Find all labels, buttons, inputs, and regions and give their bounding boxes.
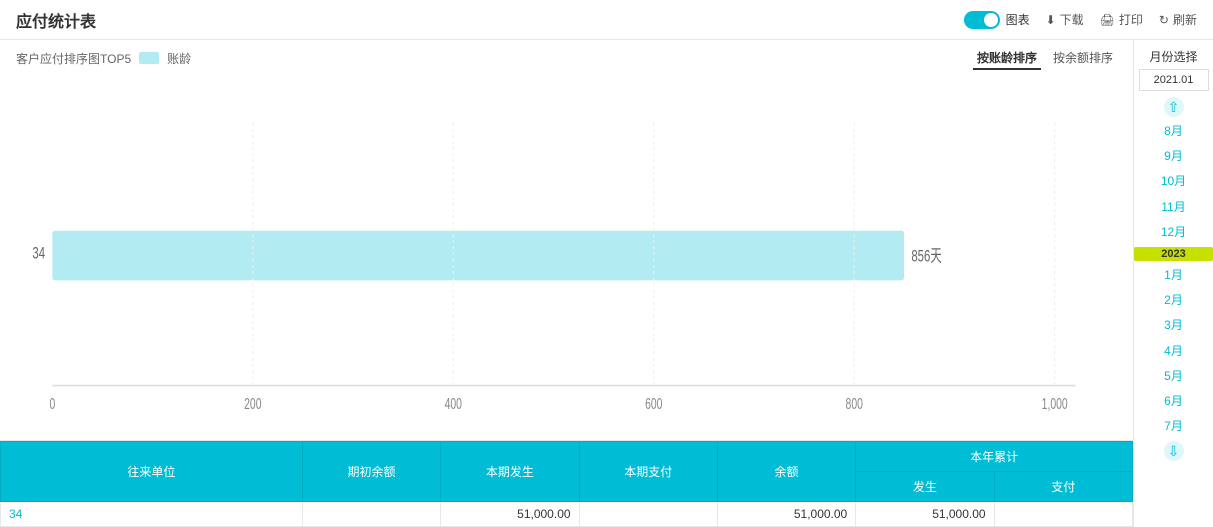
- chart-sort: 按账龄排序 按余额排序: [973, 47, 1117, 70]
- cell-opening: [302, 502, 440, 527]
- chart-toggle-label: 图表: [1006, 11, 1030, 28]
- chart-legend: 客户应付排序图TOP5 账龄: [16, 50, 191, 67]
- cell-ytd-occur: 51,000.00: [856, 502, 994, 527]
- sidebar-month-item[interactable]: 12月: [1134, 220, 1213, 245]
- sidebar-month-item[interactable]: 2月: [1134, 288, 1213, 313]
- sidebar-month-item[interactable]: 5月: [1134, 364, 1213, 389]
- chart-svg: 34 856天 0 200 400 600 800 1,000: [16, 76, 1117, 432]
- print-label: 打印: [1119, 11, 1143, 28]
- th-balance: 余额: [717, 442, 855, 502]
- header-actions: 图表 ⬇ 下载 🖨 打印 ↻ 刷新: [964, 11, 1197, 29]
- sidebar-month-item[interactable]: 9月: [1134, 144, 1213, 169]
- svg-text:400: 400: [445, 395, 462, 413]
- cell-current: 51,000.00: [441, 502, 579, 527]
- chart-section: 客户应付排序图TOP5 账龄 按账龄排序 按余额排序 34 856天: [0, 40, 1133, 527]
- refresh-icon: ↻: [1159, 13, 1169, 27]
- main-area: 客户应付排序图TOP5 账龄 按账龄排序 按余额排序 34 856天: [0, 40, 1213, 527]
- th-ytd-occur: 发生: [856, 472, 994, 502]
- sidebar-month-item[interactable]: 6月: [1134, 389, 1213, 414]
- table-row: 34 51,000.00 51,000.00 51,000.00: [1, 502, 1133, 527]
- sidebar: 月份选择 ⇧ 8月9月10月11月12月 2023 1月2月3月4月5月6月7月 ⇩: [1133, 40, 1213, 527]
- svg-text:34: 34: [32, 245, 45, 264]
- sidebar-month-item[interactable]: 4月: [1134, 339, 1213, 364]
- cell-balance: 51,000.00: [717, 502, 855, 527]
- data-table: 往来单位 期初余额 本期发生 本期支付 余额 本年累计 发生 支付: [0, 441, 1133, 527]
- chart-area: 34 856天 0 200 400 600 800 1,000: [0, 76, 1133, 440]
- svg-text:800: 800: [846, 395, 863, 413]
- print-icon: 🖨: [1100, 13, 1115, 27]
- scroll-down-button[interactable]: ⇩: [1164, 441, 1184, 461]
- svg-text:1,000: 1,000: [1042, 395, 1068, 413]
- sort-by-balance-button[interactable]: 按余额排序: [1049, 47, 1117, 70]
- year-input[interactable]: [1139, 69, 1209, 91]
- chart-toggle-wrap: 图表: [964, 11, 1030, 29]
- cell-source[interactable]: 34: [1, 502, 303, 527]
- refresh-button[interactable]: ↻ 刷新: [1159, 11, 1197, 28]
- month-list: 8月9月10月11月12月 2023 1月2月3月4月5月6月7月: [1134, 119, 1213, 439]
- sidebar-month-item[interactable]: 10月: [1134, 169, 1213, 194]
- chart-header: 客户应付排序图TOP5 账龄 按账龄排序 按余额排序: [0, 40, 1133, 76]
- year-badge: 2023: [1134, 247, 1213, 261]
- cell-payment: [579, 502, 717, 527]
- svg-text:0: 0: [49, 395, 55, 413]
- page-header: 应付统计表 图表 ⬇ 下载 🖨 打印 ↻ 刷新: [0, 0, 1213, 40]
- download-icon: ⬇: [1046, 13, 1056, 27]
- download-label: 下载: [1060, 11, 1084, 28]
- scroll-up-button[interactable]: ⇧: [1164, 97, 1184, 117]
- legend-box-label: 账龄: [167, 50, 191, 67]
- print-button[interactable]: 🖨 打印: [1100, 11, 1143, 28]
- legend-text: 客户应付排序图TOP5: [16, 50, 131, 67]
- legend-box: [139, 52, 159, 64]
- table-section: 往来单位 期初余额 本期发生 本期支付 余额 本年累计 发生 支付: [0, 440, 1133, 527]
- th-ytd-pay: 支付: [994, 472, 1132, 502]
- th-source: 往来单位: [1, 442, 303, 502]
- sidebar-month-item[interactable]: 1月: [1134, 263, 1213, 288]
- cell-ytd-pay: [994, 502, 1132, 527]
- th-opening: 期初余额: [302, 442, 440, 502]
- svg-text:600: 600: [645, 395, 662, 413]
- page-title: 应付统计表: [16, 8, 96, 32]
- th-ytd: 本年累计: [856, 442, 1133, 472]
- sidebar-month-item[interactable]: 11月: [1134, 195, 1213, 220]
- sidebar-month-item[interactable]: 8月: [1134, 119, 1213, 144]
- download-button[interactable]: ⬇ 下载: [1046, 11, 1084, 28]
- th-payment: 本期支付: [579, 442, 717, 502]
- sort-by-amount-button[interactable]: 按账龄排序: [973, 47, 1041, 70]
- th-current: 本期发生: [441, 442, 579, 502]
- sidebar-title: 月份选择: [1134, 44, 1213, 69]
- sidebar-month-item[interactable]: 3月: [1134, 313, 1213, 338]
- svg-text:200: 200: [244, 395, 261, 413]
- sidebar-month-item[interactable]: 7月: [1134, 414, 1213, 439]
- svg-text:856天: 856天: [911, 248, 941, 267]
- refresh-label: 刷新: [1173, 11, 1197, 28]
- chart-toggle[interactable]: [964, 11, 1000, 29]
